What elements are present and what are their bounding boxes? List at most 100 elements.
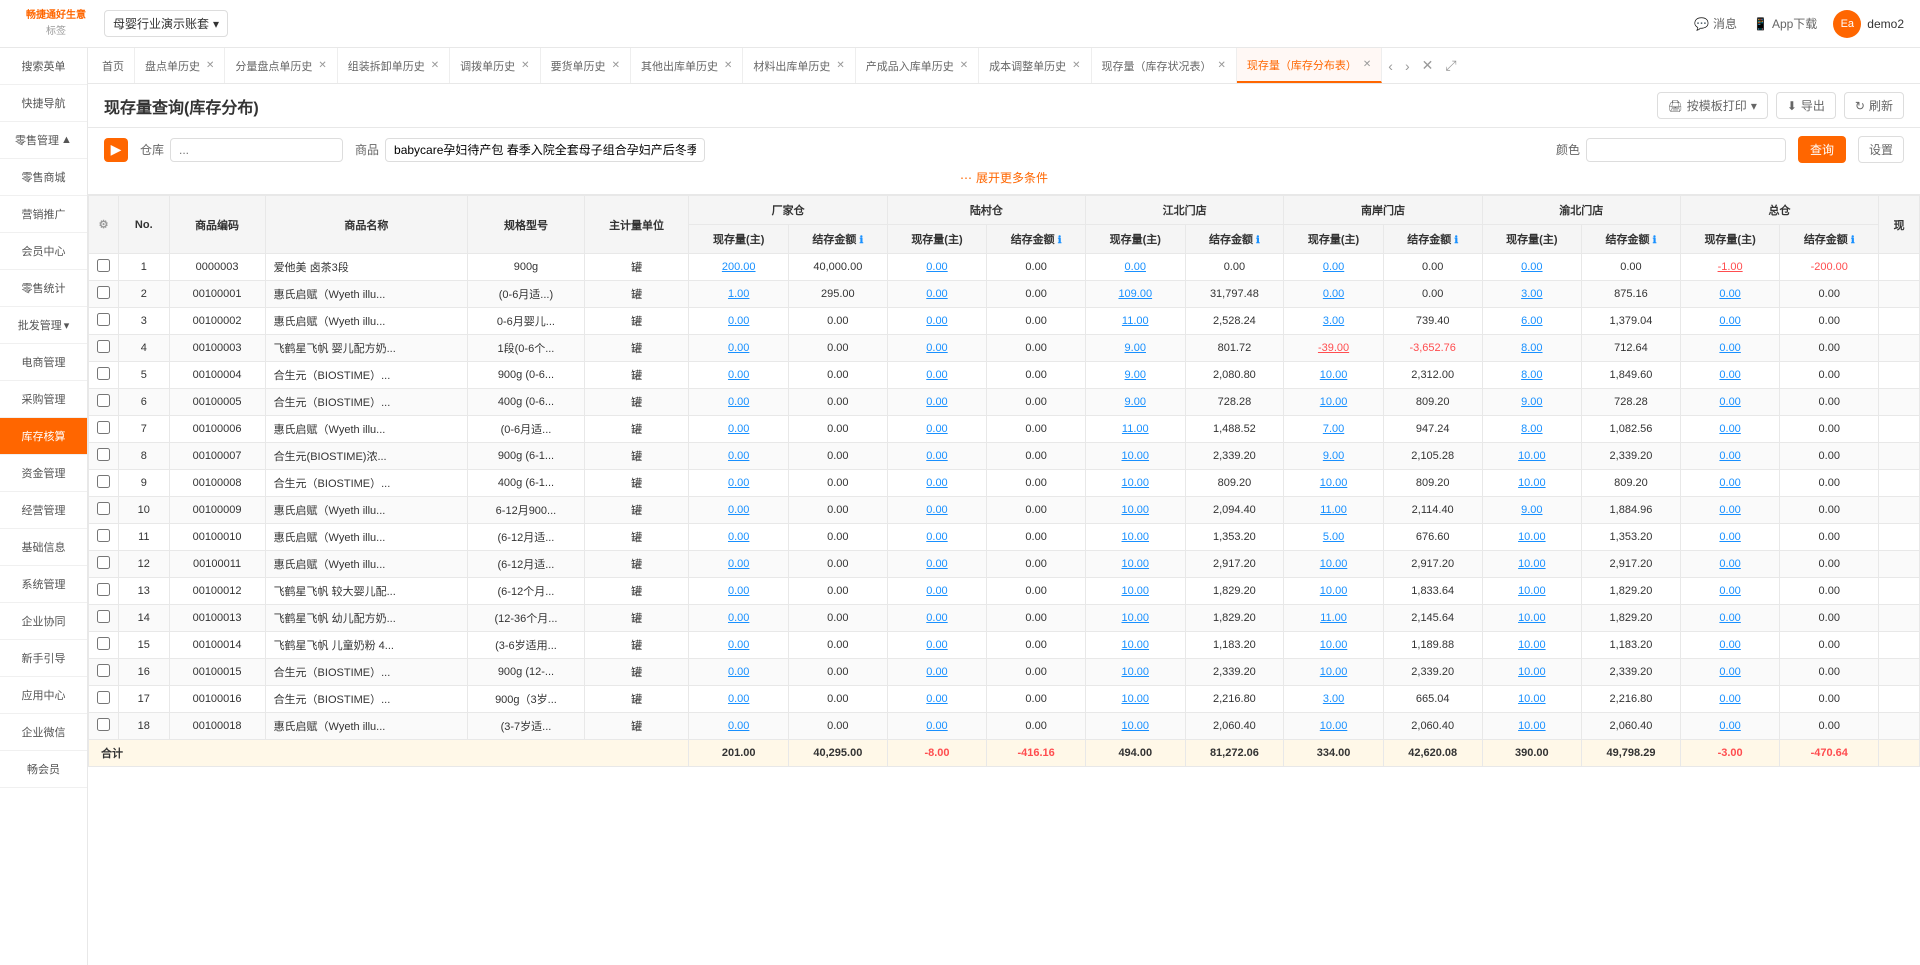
row-cfq[interactable]: 0.00 [689,443,788,470]
row-ybq[interactable]: 9.00 [1482,497,1581,524]
tab-product-in[interactable]: 产成品入库单历史 ✕ [856,48,979,83]
row-ybq[interactable]: 10.00 [1482,659,1581,686]
th-gear[interactable]: ⚙ [89,196,119,254]
row-lvq[interactable]: 0.00 [887,524,986,551]
row-ybq[interactable]: 10.00 [1482,578,1581,605]
checkbox[interactable] [97,448,110,461]
row-jbq[interactable]: 10.00 [1086,551,1185,578]
row-cfq[interactable]: 200.00 [689,254,788,281]
row-checkbox[interactable] [89,335,119,362]
row-lvq[interactable]: 0.00 [887,443,986,470]
row-jbq[interactable]: 0.00 [1086,254,1185,281]
row-naq[interactable]: 7.00 [1284,416,1383,443]
row-lvq[interactable]: 0.00 [887,551,986,578]
color-input[interactable] [1586,138,1786,162]
row-naq[interactable]: 0.00 [1284,254,1383,281]
row-checkbox[interactable] [89,686,119,713]
row-cfq[interactable]: 0.00 [689,524,788,551]
row-cfq[interactable]: 0.00 [689,605,788,632]
row-totq[interactable]: 0.00 [1680,605,1779,632]
row-cfq[interactable]: 0.00 [689,686,788,713]
close-icon[interactable]: ✕ [960,60,968,71]
row-jbq[interactable]: 11.00 [1086,416,1185,443]
row-jbq[interactable]: 10.00 [1086,632,1185,659]
sidebar-item-basic[interactable]: 基础信息 [0,529,87,566]
row-cfq[interactable]: 0.00 [689,416,788,443]
tab-check-single[interactable]: 盘点单历史 ✕ [135,48,225,83]
print-button[interactable]: 🖨 按模板打印 ▾ [1657,92,1768,119]
sidebar-item-retail-mall[interactable]: 零售商城 [0,159,87,196]
row-ybq[interactable]: 0.00 [1482,254,1581,281]
row-jbq[interactable]: 10.00 [1086,605,1185,632]
row-totq[interactable]: 0.00 [1680,389,1779,416]
sidebar-item-appcenter[interactable]: 应用中心 [0,677,87,714]
row-checkbox[interactable] [89,308,119,335]
row-jbq[interactable]: 10.00 [1086,497,1185,524]
close-icon[interactable]: ✕ [521,60,529,71]
tab-stock-dist[interactable]: 现存量（库存分布表） ✕ [1237,48,1382,83]
sidebar-item-collab[interactable]: 企业协同 [0,603,87,640]
row-naq[interactable]: 10.00 [1284,389,1383,416]
sidebar-item-guide[interactable]: 新手引导 [0,640,87,677]
sidebar-item-ecommerce[interactable]: 电商管理 [0,344,87,381]
sidebar-item-marketing[interactable]: 营销推广 [0,196,87,233]
row-lvq[interactable]: 0.00 [887,605,986,632]
row-ybq[interactable]: 10.00 [1482,470,1581,497]
tab-material-out[interactable]: 材料出库单历史 ✕ [743,48,855,83]
close-icon[interactable]: ✕ [1072,60,1080,71]
row-totq[interactable]: 0.00 [1680,578,1779,605]
sidebar-item-finance[interactable]: 资金管理 [0,455,87,492]
sidebar-item-purchase[interactable]: 采购管理 [0,381,87,418]
row-totq[interactable]: 0.00 [1680,632,1779,659]
row-checkbox[interactable] [89,254,119,281]
tab-home[interactable]: 首页 [92,48,135,83]
row-checkbox[interactable] [89,551,119,578]
row-totq[interactable]: 0.00 [1680,659,1779,686]
close-icon[interactable]: ✕ [318,60,326,71]
row-naq[interactable]: 9.00 [1284,443,1383,470]
row-totq[interactable]: 0.00 [1680,497,1779,524]
warehouse-input[interactable] [170,138,343,162]
row-jbq[interactable]: 10.00 [1086,659,1185,686]
row-ybq[interactable]: 3.00 [1482,281,1581,308]
sidebar-item-member[interactable]: 会员中心 [0,233,87,270]
row-cfq[interactable]: 0.00 [689,470,788,497]
tab-combo[interactable]: 组装拆卸单历史 ✕ [338,48,450,83]
row-ybq[interactable]: 10.00 [1482,551,1581,578]
close-icon[interactable]: ✕ [836,60,844,71]
row-checkbox[interactable] [89,281,119,308]
row-cfq[interactable]: 0.00 [689,362,788,389]
row-naq[interactable]: 0.00 [1284,281,1383,308]
row-cfq[interactable]: 0.00 [689,308,788,335]
row-jbq[interactable]: 10.00 [1086,713,1185,740]
close-icon[interactable]: ✕ [612,60,620,71]
export-button[interactable]: ⬇ 导出 [1776,92,1836,119]
row-ybq[interactable]: 10.00 [1482,443,1581,470]
row-checkbox[interactable] [89,470,119,497]
close-icon[interactable]: ✕ [206,60,214,71]
row-jbq[interactable]: 9.00 [1086,335,1185,362]
tab-next-btn[interactable]: › [1399,48,1416,83]
close-icon[interactable]: ✕ [724,60,732,71]
row-totq[interactable]: 0.00 [1680,281,1779,308]
row-totq[interactable]: 0.00 [1680,551,1779,578]
checkbox[interactable] [97,394,110,407]
row-cfq[interactable]: 0.00 [689,389,788,416]
row-naq[interactable]: 10.00 [1284,470,1383,497]
tab-close-btn[interactable]: ✕ [1416,48,1440,83]
row-naq[interactable]: 10.00 [1284,551,1383,578]
row-cfq[interactable]: 0.00 [689,713,788,740]
row-lvq[interactable]: 0.00 [887,281,986,308]
row-jbq[interactable]: 10.00 [1086,578,1185,605]
row-ybq[interactable]: 8.00 [1482,335,1581,362]
row-cfq[interactable]: 0.00 [689,632,788,659]
checkbox[interactable] [97,259,110,272]
goods-input[interactable] [385,138,705,162]
sidebar-item-operation[interactable]: 经营管理 [0,492,87,529]
tab-other-out[interactable]: 其他出库单历史 ✕ [631,48,743,83]
row-ybq[interactable]: 10.00 [1482,605,1581,632]
filter-toggle-btn[interactable]: ▶ [104,138,128,162]
row-checkbox[interactable] [89,497,119,524]
row-lvq[interactable]: 0.00 [887,686,986,713]
row-lvq[interactable]: 0.00 [887,335,986,362]
